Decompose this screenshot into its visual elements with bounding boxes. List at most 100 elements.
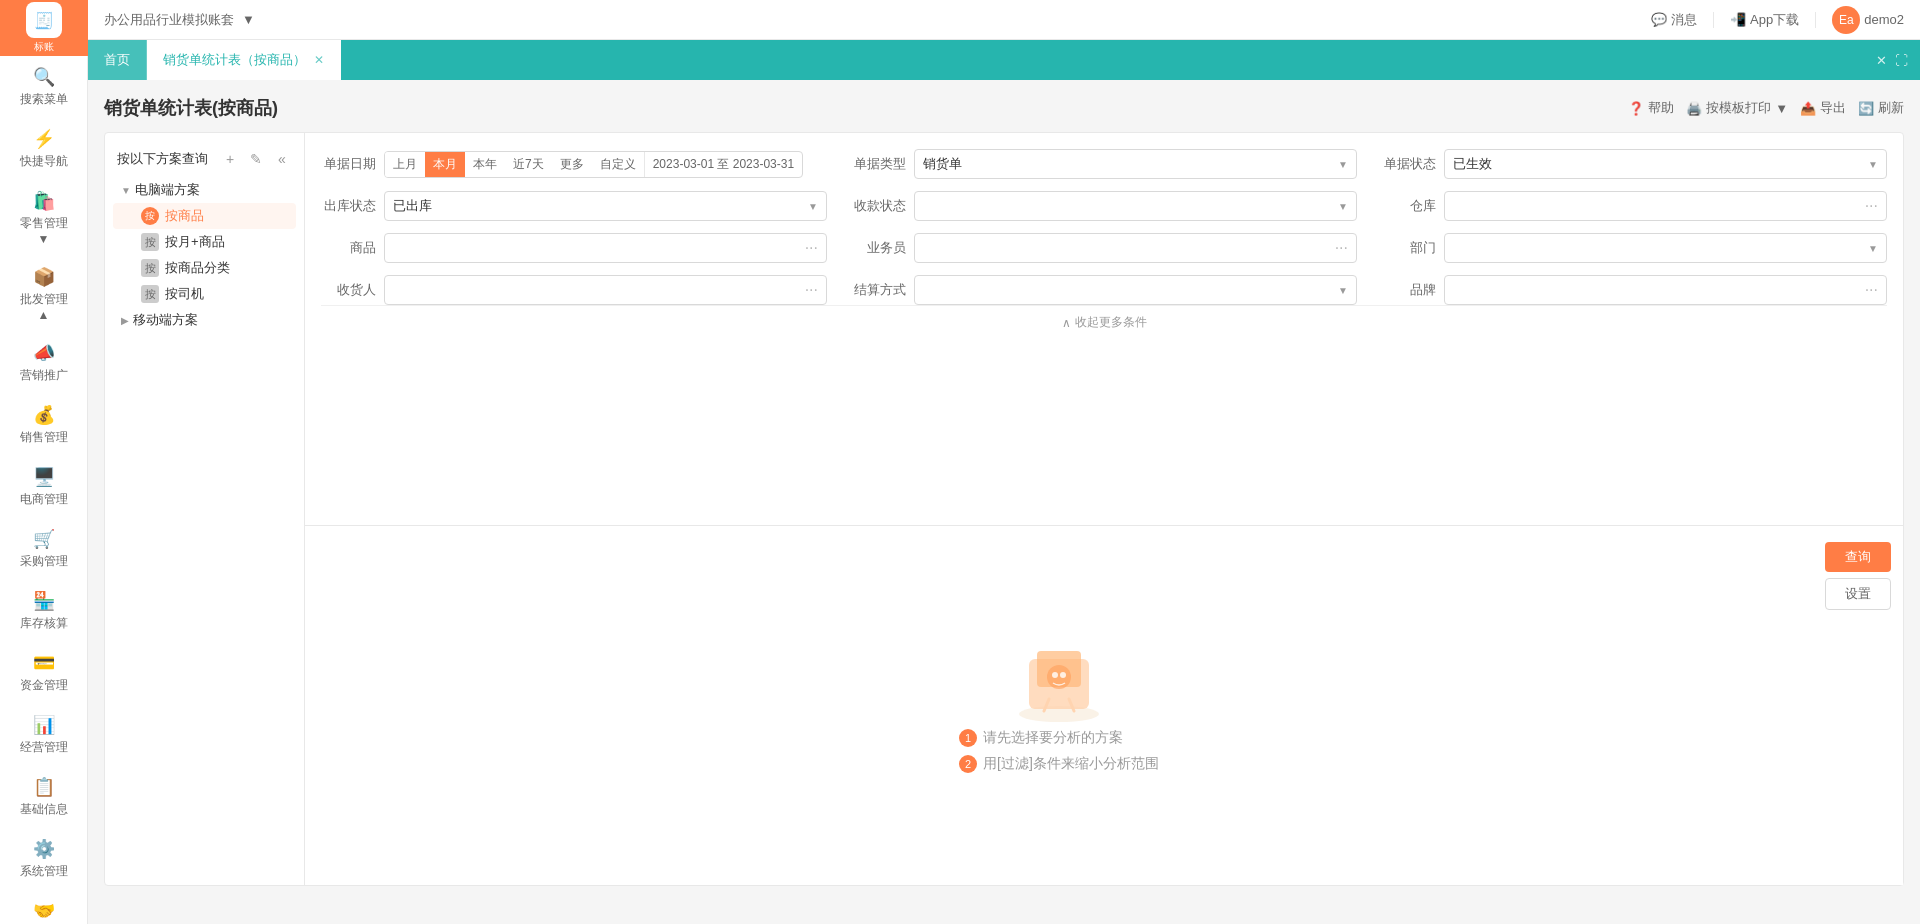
collapse-bar[interactable]: ∧ 收起更多条件 xyxy=(321,305,1887,339)
brand-label: 品牌 xyxy=(1381,281,1436,299)
help-btn[interactable]: ❓ 帮助 xyxy=(1628,99,1674,117)
sidebar-item-sales[interactable]: 💰 销售管理 xyxy=(0,394,87,456)
settlement-select[interactable]: ▼ xyxy=(914,275,1357,305)
sales-icon: 💰 xyxy=(33,404,55,426)
right-section: 单据日期 上月 本月 本年 近7天 更多 自定义 xyxy=(305,133,1903,885)
collapse-panel-btn[interactable]: « xyxy=(272,149,292,169)
export-btn[interactable]: 📤 导出 xyxy=(1800,99,1846,117)
goods-label: 商品 xyxy=(321,239,376,257)
doc-status-chevron-icon: ▼ xyxy=(1868,159,1878,170)
content-wrapper: 销货单统计表(按商品) ❓ 帮助 🖨️ 按模板打印 ▼ 📤 导出 xyxy=(88,80,1920,924)
empty-tip-2-text: 用[过滤]条件来缩小分析范围 xyxy=(983,755,1159,773)
export-label: 导出 xyxy=(1820,99,1846,117)
tab-home[interactable]: 首页 xyxy=(88,40,147,80)
doc-status-value: 已生效 xyxy=(1453,155,1492,173)
consignee-input[interactable]: ··· xyxy=(384,275,827,305)
quicknav-icon: ⚡ xyxy=(33,128,55,150)
ecommerce-icon: 🖥️ xyxy=(33,466,55,488)
settlement-chevron-icon: ▼ xyxy=(1338,285,1348,296)
sidebar-item-basic[interactable]: 📋 基础信息 xyxy=(0,766,87,828)
print-icon: 🖨️ xyxy=(1686,101,1702,116)
company-chevron-icon: ▼ xyxy=(242,12,255,27)
sidebar-item-marketing[interactable]: 📣 营销推广 xyxy=(0,332,87,394)
tab-close-icon[interactable]: ✕ xyxy=(314,53,324,67)
message-btn[interactable]: 💬 消息 xyxy=(1651,11,1697,29)
sidebar-item-enterprise[interactable]: 🤝 企业协同 xyxy=(0,890,87,924)
sidebar-item-retail[interactable]: 🛍️ 零售管理 ▼ xyxy=(0,180,87,256)
query-button[interactable]: 查询 xyxy=(1825,542,1891,572)
doc-type-select[interactable]: 销货单 ▼ xyxy=(914,149,1357,179)
sidebar: 🧾 标账 🔍 搜索菜单 ⚡ 快捷导航 🛍️ 零售管理 ▼ 📦 批发管理 ▲ xyxy=(0,0,88,924)
print-label: 按模板打印 xyxy=(1706,99,1771,117)
date-btn-thismonth[interactable]: 本月 xyxy=(425,152,465,177)
tree-parent-desktop[interactable]: ▼ 电脑端方案 xyxy=(113,177,296,203)
date-btn-7days[interactable]: 近7天 xyxy=(505,152,552,177)
sidebar-item-retail-label: 零售管理 xyxy=(20,215,68,232)
left-panel: 按以下方案查询 + ✎ « ▼ 电脑端方案 xyxy=(105,133,305,885)
scheme-icon-goods: 按 xyxy=(141,207,159,225)
sidebar-item-quicknav[interactable]: ⚡ 快捷导航 xyxy=(0,118,87,180)
brand-input[interactable]: ··· xyxy=(1444,275,1887,305)
sidebar-item-system[interactable]: ⚙️ 系统管理 xyxy=(0,828,87,890)
refresh-btn[interactable]: 🔄 刷新 xyxy=(1858,99,1904,117)
refresh-icon: 🔄 xyxy=(1858,101,1874,116)
warehouse-status-select[interactable]: 已出库 ▼ xyxy=(384,191,827,221)
tree-child-category[interactable]: 按 按商品分类 xyxy=(113,255,296,281)
date-btn-lastmonth[interactable]: 上月 xyxy=(385,152,425,177)
payment-status-select[interactable]: ▼ xyxy=(914,191,1357,221)
edit-scheme-btn[interactable]: ✎ xyxy=(246,149,266,169)
filter-warehouse-status: 出库状态 已出库 ▼ xyxy=(321,191,827,221)
sidebar-item-wholesale[interactable]: 📦 批发管理 ▲ xyxy=(0,256,87,332)
date-btn-custom[interactable]: 自定义 xyxy=(592,152,644,177)
scheme-icon-month: 按 xyxy=(141,233,159,251)
tab-close-all-icon[interactable]: ✕ xyxy=(1876,53,1887,68)
sidebar-item-ecommerce[interactable]: 🖥️ 电商管理 xyxy=(0,456,87,518)
tree-parent-mobile[interactable]: ▶ 移动端方案 xyxy=(113,307,296,333)
sidebar-item-operations[interactable]: 📊 经营管理 xyxy=(0,704,87,766)
tree-child-month-label: 按月+商品 xyxy=(165,233,225,251)
app-download-btn[interactable]: 📲 App下载 xyxy=(1730,11,1799,29)
empty-tip-2: 2 用[过滤]条件来缩小分析范围 xyxy=(959,755,1159,773)
sidebar-menu: 🔍 搜索菜单 ⚡ 快捷导航 🛍️ 零售管理 ▼ 📦 批发管理 ▲ 📣 营销推广 xyxy=(0,56,87,924)
sidebar-item-wholesale-label: 批发管理 xyxy=(20,291,68,308)
add-scheme-btn[interactable]: + xyxy=(220,149,240,169)
divider xyxy=(1713,12,1714,28)
sidebar-item-purchase[interactable]: 🛒 采购管理 xyxy=(0,518,87,580)
tree-child-category-label: 按商品分类 xyxy=(165,259,230,277)
sidebar-item-search[interactable]: 🔍 搜索菜单 xyxy=(0,56,87,118)
tab-maximize-icon[interactable]: ⛶ xyxy=(1895,53,1908,68)
download-icon: 📲 xyxy=(1730,12,1746,27)
tab-actions: ✕ ⛶ xyxy=(1864,40,1920,80)
company-dropdown[interactable]: 办公用品行业模拟账套 xyxy=(104,11,234,29)
print-btn[interactable]: 🖨️ 按模板打印 ▼ xyxy=(1686,99,1788,117)
department-label: 部门 xyxy=(1381,239,1436,257)
department-select[interactable]: ▼ xyxy=(1444,233,1887,263)
warehouse-input[interactable]: ··· xyxy=(1444,191,1887,221)
sidebar-item-purchase-label: 采购管理 xyxy=(20,553,68,570)
doc-status-select[interactable]: 已生效 ▼ xyxy=(1444,149,1887,179)
user-menu[interactable]: Ea demo2 xyxy=(1832,6,1904,34)
main-area: 办公用品行业模拟账套 ▼ 💬 消息 📲 App下载 Ea xyxy=(88,0,1920,924)
warehouse-status-value: 已出库 xyxy=(393,197,432,215)
filter-grid: 单据日期 上月 本月 本年 近7天 更多 自定义 xyxy=(321,149,1887,305)
goods-input[interactable]: ··· xyxy=(384,233,827,263)
tab-sales-stats[interactable]: 销货单统计表（按商品） ✕ xyxy=(147,40,341,80)
salesperson-input[interactable]: ··· xyxy=(914,233,1357,263)
retail-icon: 🛍️ xyxy=(33,190,55,212)
tree-child-driver[interactable]: 按 按司机 xyxy=(113,281,296,307)
filter-doc-status: 单据状态 已生效 ▼ xyxy=(1381,149,1887,179)
sidebar-item-finance[interactable]: 💳 资金管理 xyxy=(0,642,87,704)
doc-type-label: 单据类型 xyxy=(851,155,906,173)
sidebar-item-inventory[interactable]: 🏪 库存核算 xyxy=(0,580,87,642)
tree-child-month-goods[interactable]: 按 按月+商品 xyxy=(113,229,296,255)
payment-status-label: 收款状态 xyxy=(851,197,906,215)
date-btn-thisyear[interactable]: 本年 xyxy=(465,152,505,177)
sidebar-item-system-label: 系统管理 xyxy=(20,863,68,880)
tree-child-by-goods[interactable]: 按 按商品 xyxy=(113,203,296,229)
header-right: 💬 消息 📲 App下载 Ea demo2 xyxy=(1651,6,1904,34)
top-header: 办公用品行业模拟账套 ▼ 💬 消息 📲 App下载 Ea xyxy=(88,0,1920,40)
settings-button[interactable]: 设置 xyxy=(1825,578,1891,610)
date-btn-more[interactable]: 更多 xyxy=(552,152,592,177)
payment-status-chevron-icon: ▼ xyxy=(1338,201,1348,212)
consignee-label: 收货人 xyxy=(321,281,376,299)
